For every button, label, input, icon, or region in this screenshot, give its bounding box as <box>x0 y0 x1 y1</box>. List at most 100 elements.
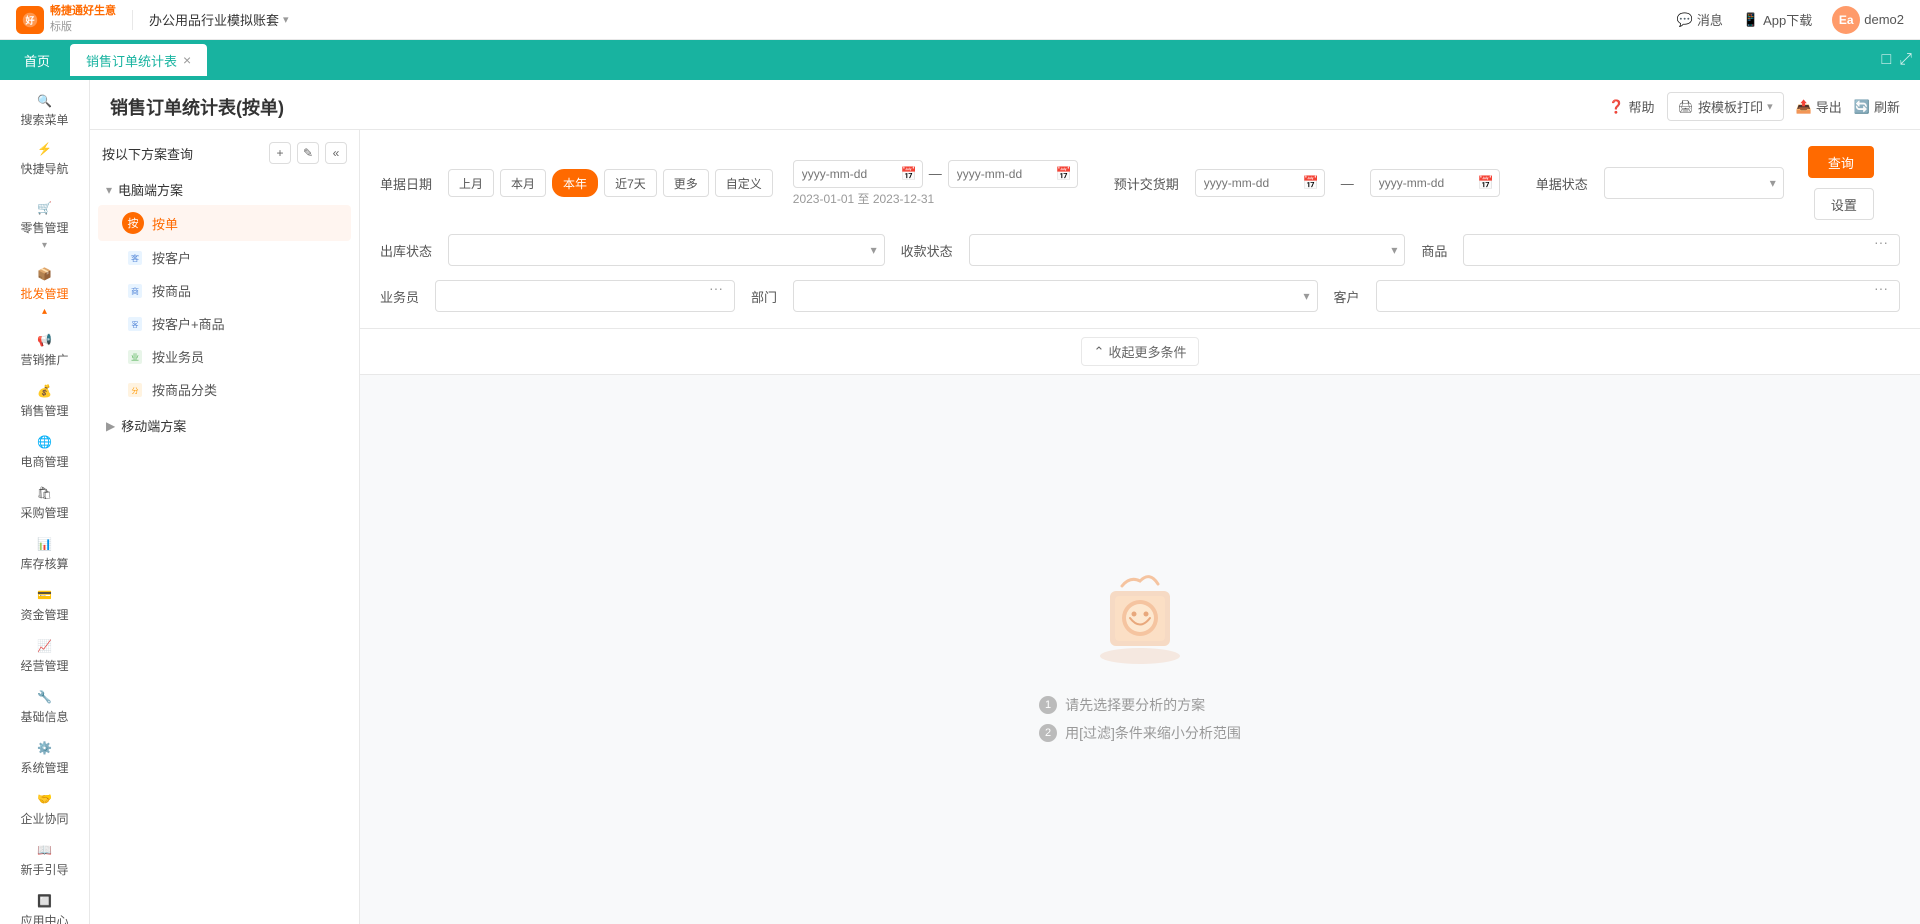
salesperson-more-btn[interactable]: ··· <box>701 280 731 312</box>
customer-input[interactable] <box>1376 280 1900 312</box>
sidebar-item-inventory[interactable]: 📊 库存核算 <box>5 529 85 580</box>
minimize-icon[interactable]: □ <box>1882 51 1892 69</box>
date-btn-7days[interactable]: 近7天 <box>604 169 657 197</box>
goods-more-btn[interactable]: ··· <box>1866 234 1896 266</box>
left-panel-header: 按以下方案查询 + ✎ « <box>98 142 351 164</box>
date-btn-more[interactable]: 更多 <box>663 169 709 197</box>
enterprise-icon: 🤝 <box>37 792 52 806</box>
scheme-item-sp-label: 按业务员 <box>152 347 204 366</box>
left-panel-title: 按以下方案查询 <box>102 144 193 163</box>
tab-home[interactable]: 首页 <box>8 44 66 76</box>
app-download-label: App下载 <box>1763 10 1812 29</box>
desktop-group-header[interactable]: ▾ 电脑端方案 <box>98 174 351 205</box>
goods-icon: 商 <box>126 282 144 300</box>
collapse-more-btn[interactable]: ⌃ 收起更多条件 <box>1081 337 1200 366</box>
workspace-selector[interactable]: 办公用品行业模拟账套 ▾ <box>149 10 289 29</box>
sidebar-item-apps[interactable]: 🔲 应用中心 <box>5 886 85 924</box>
sidebar-item-ecommerce[interactable]: 🌐 电商管理 <box>5 427 85 478</box>
scheme-item-by-customer-goods[interactable]: 客 按客户+商品 <box>98 307 351 340</box>
scheme-item-order-icon: 按 <box>122 212 144 234</box>
goods-input[interactable] <box>1463 234 1900 266</box>
scheme-item-goods-label: 按商品 <box>152 281 191 300</box>
mobile-group-header[interactable]: ▶ 移动端方案 <box>98 410 351 441</box>
sidebar-item-guide[interactable]: 📖 新手引导 <box>5 835 85 886</box>
tab-sales-stat-label: 销售订单统计表 <box>86 51 177 70</box>
maximize-icon[interactable]: ⤢ <box>1899 51 1912 69</box>
ship-status-select[interactable] <box>448 234 885 266</box>
help-label: 帮助 <box>1629 97 1655 116</box>
app-download-btn[interactable]: 📱 App下载 <box>1743 10 1812 29</box>
calendar-pred-start-icon[interactable]: 📅 <box>1303 175 1319 191</box>
svg-text:商: 商 <box>131 286 139 296</box>
help-btn[interactable]: ❓ 帮助 <box>1608 97 1654 116</box>
export-btn[interactable]: 📤 导出 <box>1796 97 1842 116</box>
tab-sales-stat[interactable]: 销售订单统计表 × <box>70 44 207 76</box>
desktop-group-arrow: ▾ <box>106 183 112 197</box>
refresh-btn[interactable]: 🔄 刷新 <box>1854 97 1900 116</box>
sidebar-item-retail[interactable]: 🛒 零售管理 ▾ <box>5 193 85 259</box>
department-select[interactable] <box>793 280 1317 312</box>
finance-icon: 💳 <box>37 588 52 602</box>
customer-more-btn[interactable]: ··· <box>1866 280 1896 312</box>
scheme-item-by-customer[interactable]: 客 按客户 <box>98 241 351 274</box>
calendar-end-icon[interactable]: 📅 <box>1056 166 1072 182</box>
left-panel-icons: + ✎ « <box>269 142 347 164</box>
date-btn-this-month[interactable]: 本月 <box>500 169 546 197</box>
inventory-label: 库存核算 <box>20 555 68 572</box>
sidebar-item-enterprise[interactable]: 🤝 企业协同 <box>5 784 85 835</box>
edit-scheme-btn[interactable]: ✎ <box>297 142 319 164</box>
status-select[interactable] <box>1604 167 1784 199</box>
print-btn[interactable]: 🖨 按模板打印 ▾ <box>1667 92 1784 121</box>
ops-icon: 📈 <box>37 639 52 653</box>
date-btn-last-month[interactable]: 上月 <box>448 169 494 197</box>
nav-tabs: 首页 销售订单统计表 × □ ⤢ <box>0 40 1920 80</box>
basic-icon: 🔧 <box>37 690 52 704</box>
username: demo2 <box>1864 12 1904 27</box>
marketing-label: 营销推广 <box>20 351 68 368</box>
enterprise-label: 企业协同 <box>20 810 68 827</box>
add-scheme-btn[interactable]: + <box>269 142 291 164</box>
ecommerce-label: 电商管理 <box>20 453 68 470</box>
customer-goods-icon: 客 <box>126 315 144 333</box>
scheme-item-by-order[interactable]: 按 按单 <box>98 205 351 241</box>
sidebar-item-system[interactable]: ⚙️ 系统管理 <box>5 733 85 784</box>
svg-text:客: 客 <box>131 253 139 263</box>
basic-label: 基础信息 <box>20 708 68 725</box>
scheme-item-by-salesperson[interactable]: 业 按业务员 <box>98 340 351 373</box>
date-btn-this-year[interactable]: 本年 <box>552 169 598 197</box>
calendar-pred-end-icon[interactable]: 📅 <box>1478 175 1494 191</box>
sidebar-item-purchase[interactable]: 🛍 采购管理 <box>5 478 85 529</box>
setting-button[interactable]: 设置 <box>1814 188 1874 220</box>
sidebar-item-wholesale[interactable]: 📦 批发管理 ▴ <box>5 259 85 325</box>
refresh-label: 刷新 <box>1874 97 1900 116</box>
sidebar-item-sales[interactable]: 💰 销售管理 <box>5 376 85 427</box>
salesperson-label: 业务员 <box>380 287 419 306</box>
purchase-icon: 🛍 <box>37 486 52 500</box>
sidebar-item-operations[interactable]: 📈 经营管理 <box>5 631 85 682</box>
sidebar-item-finance[interactable]: 💳 资金管理 <box>5 580 85 631</box>
sidebar-item-marketing[interactable]: 📢 营销推广 <box>5 325 85 376</box>
salesperson-input[interactable] <box>435 280 735 312</box>
right-panel: 单据日期 上月 本月 本年 近7天 更多 自定义 <box>360 130 1920 924</box>
main-layout: 🔍 搜索菜单 ⚡ 快捷导航 🛒 零售管理 ▾ 📦 批发管理 ▴ 📢 营销推广 💰… <box>0 80 1920 924</box>
scheme-item-by-category[interactable]: 分 按商品分类 <box>98 373 351 406</box>
query-button[interactable]: 查询 <box>1808 146 1874 178</box>
print-arrow-icon: ▾ <box>1767 100 1773 113</box>
message-btn[interactable]: 💬 消息 <box>1677 10 1723 29</box>
date-btn-custom[interactable]: 自定义 <box>715 169 773 197</box>
tab-close-icon[interactable]: × <box>183 52 191 68</box>
scheme-item-by-goods[interactable]: 商 按商品 <box>98 274 351 307</box>
sidebar-item-quicknav[interactable]: ⚡ 快捷导航 <box>5 134 85 185</box>
sidebar-search-btn[interactable]: 🔍 搜索菜单 <box>5 88 85 134</box>
filter-row-3: 业务员 ··· 部门 ▾ 客户 ··· <box>380 280 1900 312</box>
desktop-group-label: 电脑端方案 <box>118 180 183 199</box>
edit-icon: ✎ <box>303 146 313 160</box>
payment-status-select[interactable] <box>969 234 1406 266</box>
scheme-item-cg-label: 按客户+商品 <box>152 314 225 333</box>
date-dash: — <box>929 166 942 181</box>
sidebar-item-basic[interactable]: 🔧 基础信息 <box>5 682 85 733</box>
calendar-start-icon[interactable]: 📅 <box>901 166 917 182</box>
user-area[interactable]: Ea demo2 <box>1832 6 1904 34</box>
collapse-panel-btn[interactable]: « <box>325 142 347 164</box>
biao-qian: 标版 <box>50 18 116 34</box>
